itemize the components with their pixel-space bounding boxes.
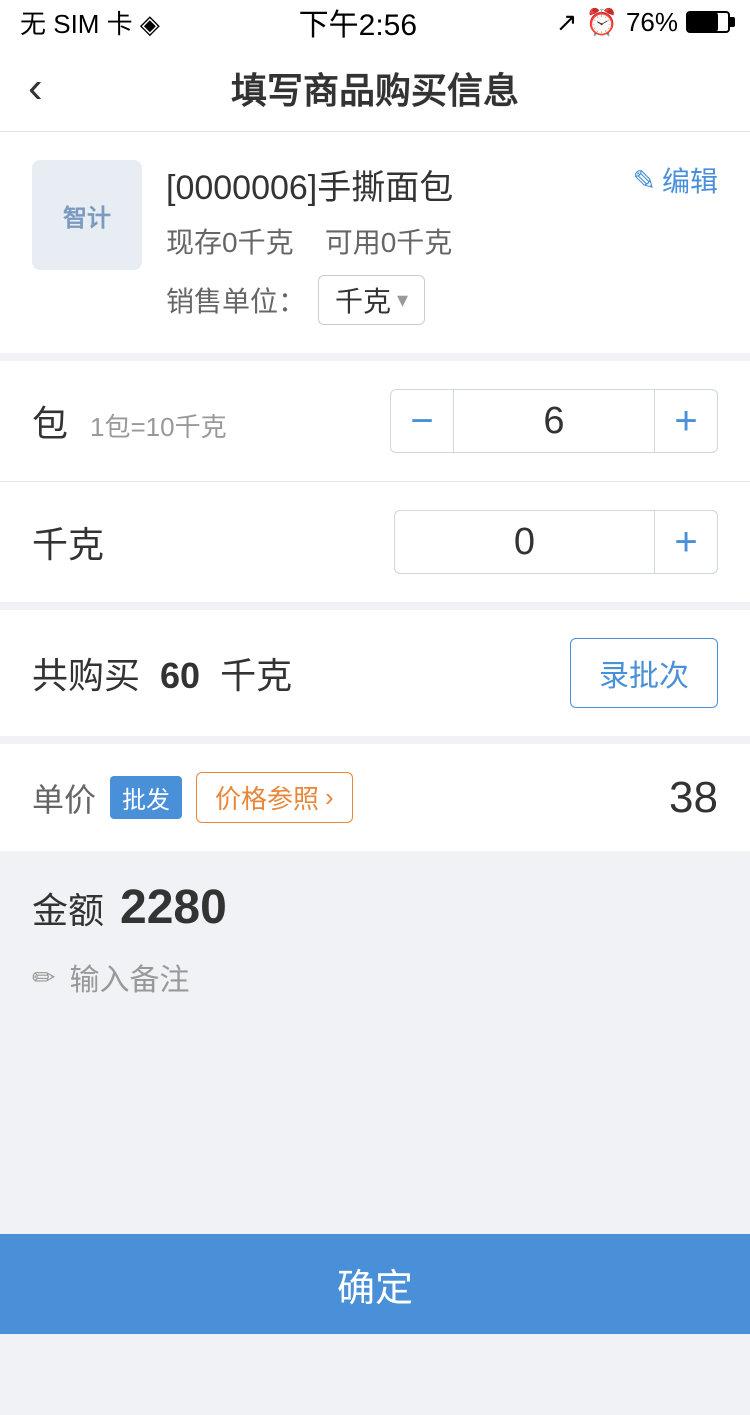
summary-unit: 千克	[220, 655, 292, 696]
price-label: 单价	[32, 775, 96, 821]
back-button[interactable]: ‹	[28, 66, 43, 110]
qty-sublabel-bao: 1包=10千克	[90, 412, 227, 442]
price-type-tag: 批发	[110, 776, 182, 819]
quantity-row-bao: 包 1包=10千克 − +	[0, 361, 750, 482]
available-text: 可用0千克	[325, 227, 453, 258]
quantity-row-kg: 千克 +	[0, 482, 750, 602]
qty-label-bao: 包 1包=10千克	[32, 395, 390, 447]
product-image: 智计	[32, 160, 142, 270]
alarm-icon: ⏰	[586, 7, 618, 38]
product-logo-text: 智计	[63, 198, 111, 233]
price-row: 单价 批发 价格参照 › 38	[32, 772, 718, 823]
remark-row[interactable]: ✏ 输入备注	[32, 955, 718, 999]
qty-input-kg[interactable]	[394, 510, 654, 574]
qty-control-kg: +	[394, 510, 718, 574]
status-right: ↗ ⏰ 76%	[556, 7, 730, 38]
product-stock: 现存0千克 可用0千克	[166, 221, 718, 261]
qty-minus-bao[interactable]: −	[390, 389, 454, 453]
edit-button[interactable]: ✎ 编辑	[633, 160, 718, 200]
product-header-row: [0000006]手撕面包 ✎ 编辑	[166, 160, 718, 221]
qty-label-text-kg: 千克	[32, 524, 104, 565]
status-left: 无 SIM 卡 ◈	[20, 4, 160, 41]
product-name: [0000006]手撕面包	[166, 160, 453, 209]
amount-value: 2280	[120, 880, 227, 935]
qty-plus-kg[interactable]: +	[654, 510, 718, 574]
battery-label: 76%	[626, 7, 678, 38]
price-ref-label: 价格参照	[215, 779, 319, 816]
batch-button[interactable]: 录批次	[570, 638, 718, 708]
remark-placeholder: 输入备注	[69, 955, 189, 999]
product-unit-row: 销售单位： 千克 ▾	[166, 275, 718, 325]
unit-label: 销售单位：	[166, 280, 306, 320]
dropdown-arrow-icon: ▾	[397, 287, 408, 313]
sim-status: 无 SIM 卡 ◈	[20, 4, 160, 41]
price-value: 38	[669, 773, 718, 823]
price-ref-button[interactable]: 价格参照 ›	[196, 772, 353, 823]
product-card: 智计 [0000006]手撕面包 ✎ 编辑 现存0千克 可用0千克 销售单位： …	[0, 132, 750, 361]
qty-input-bao[interactable]	[454, 389, 654, 453]
nav-bar: ‹ 填写商品购买信息	[0, 44, 750, 132]
edit-label: 编辑	[662, 160, 718, 200]
qty-label-text-bao: 包	[32, 403, 68, 444]
stock-text: 现存0千克	[166, 227, 294, 258]
amount-section: 金额 2280 ✏ 输入备注	[0, 852, 750, 1015]
amount-label: 金额	[32, 882, 104, 934]
unit-value: 千克	[335, 280, 391, 320]
qty-control-bao: − +	[390, 389, 718, 453]
pencil-icon: ✏	[32, 961, 55, 994]
qty-plus-bao[interactable]: +	[654, 389, 718, 453]
product-info: [0000006]手撕面包 ✎ 编辑 现存0千克 可用0千克 销售单位： 千克 …	[166, 160, 718, 325]
summary-label: 共购买	[32, 655, 140, 696]
confirm-button[interactable]: 确定	[0, 1234, 750, 1334]
battery-icon	[686, 11, 730, 33]
edit-icon: ✎	[633, 164, 656, 197]
amount-row: 金额 2280	[32, 880, 718, 935]
price-ref-arrow-icon: ›	[325, 782, 334, 813]
qty-label-kg: 千克	[32, 516, 394, 568]
page-title: 填写商品购买信息	[231, 62, 519, 114]
price-left: 单价 批发 价格参照 ›	[32, 772, 353, 823]
quantity-section: 包 1包=10千克 − + 千克 +	[0, 361, 750, 602]
location-icon: ↗	[556, 7, 578, 38]
summary-row: 共购买 60 千克 录批次	[0, 602, 750, 744]
status-time: 下午2:56	[299, 0, 417, 44]
unit-dropdown[interactable]: 千克 ▾	[318, 275, 425, 325]
summary-amount: 60	[160, 655, 200, 696]
summary-text: 共购买 60 千克	[32, 647, 292, 699]
price-section: 单价 批发 价格参照 › 38	[0, 744, 750, 852]
status-bar: 无 SIM 卡 ◈ 下午2:56 ↗ ⏰ 76%	[0, 0, 750, 44]
